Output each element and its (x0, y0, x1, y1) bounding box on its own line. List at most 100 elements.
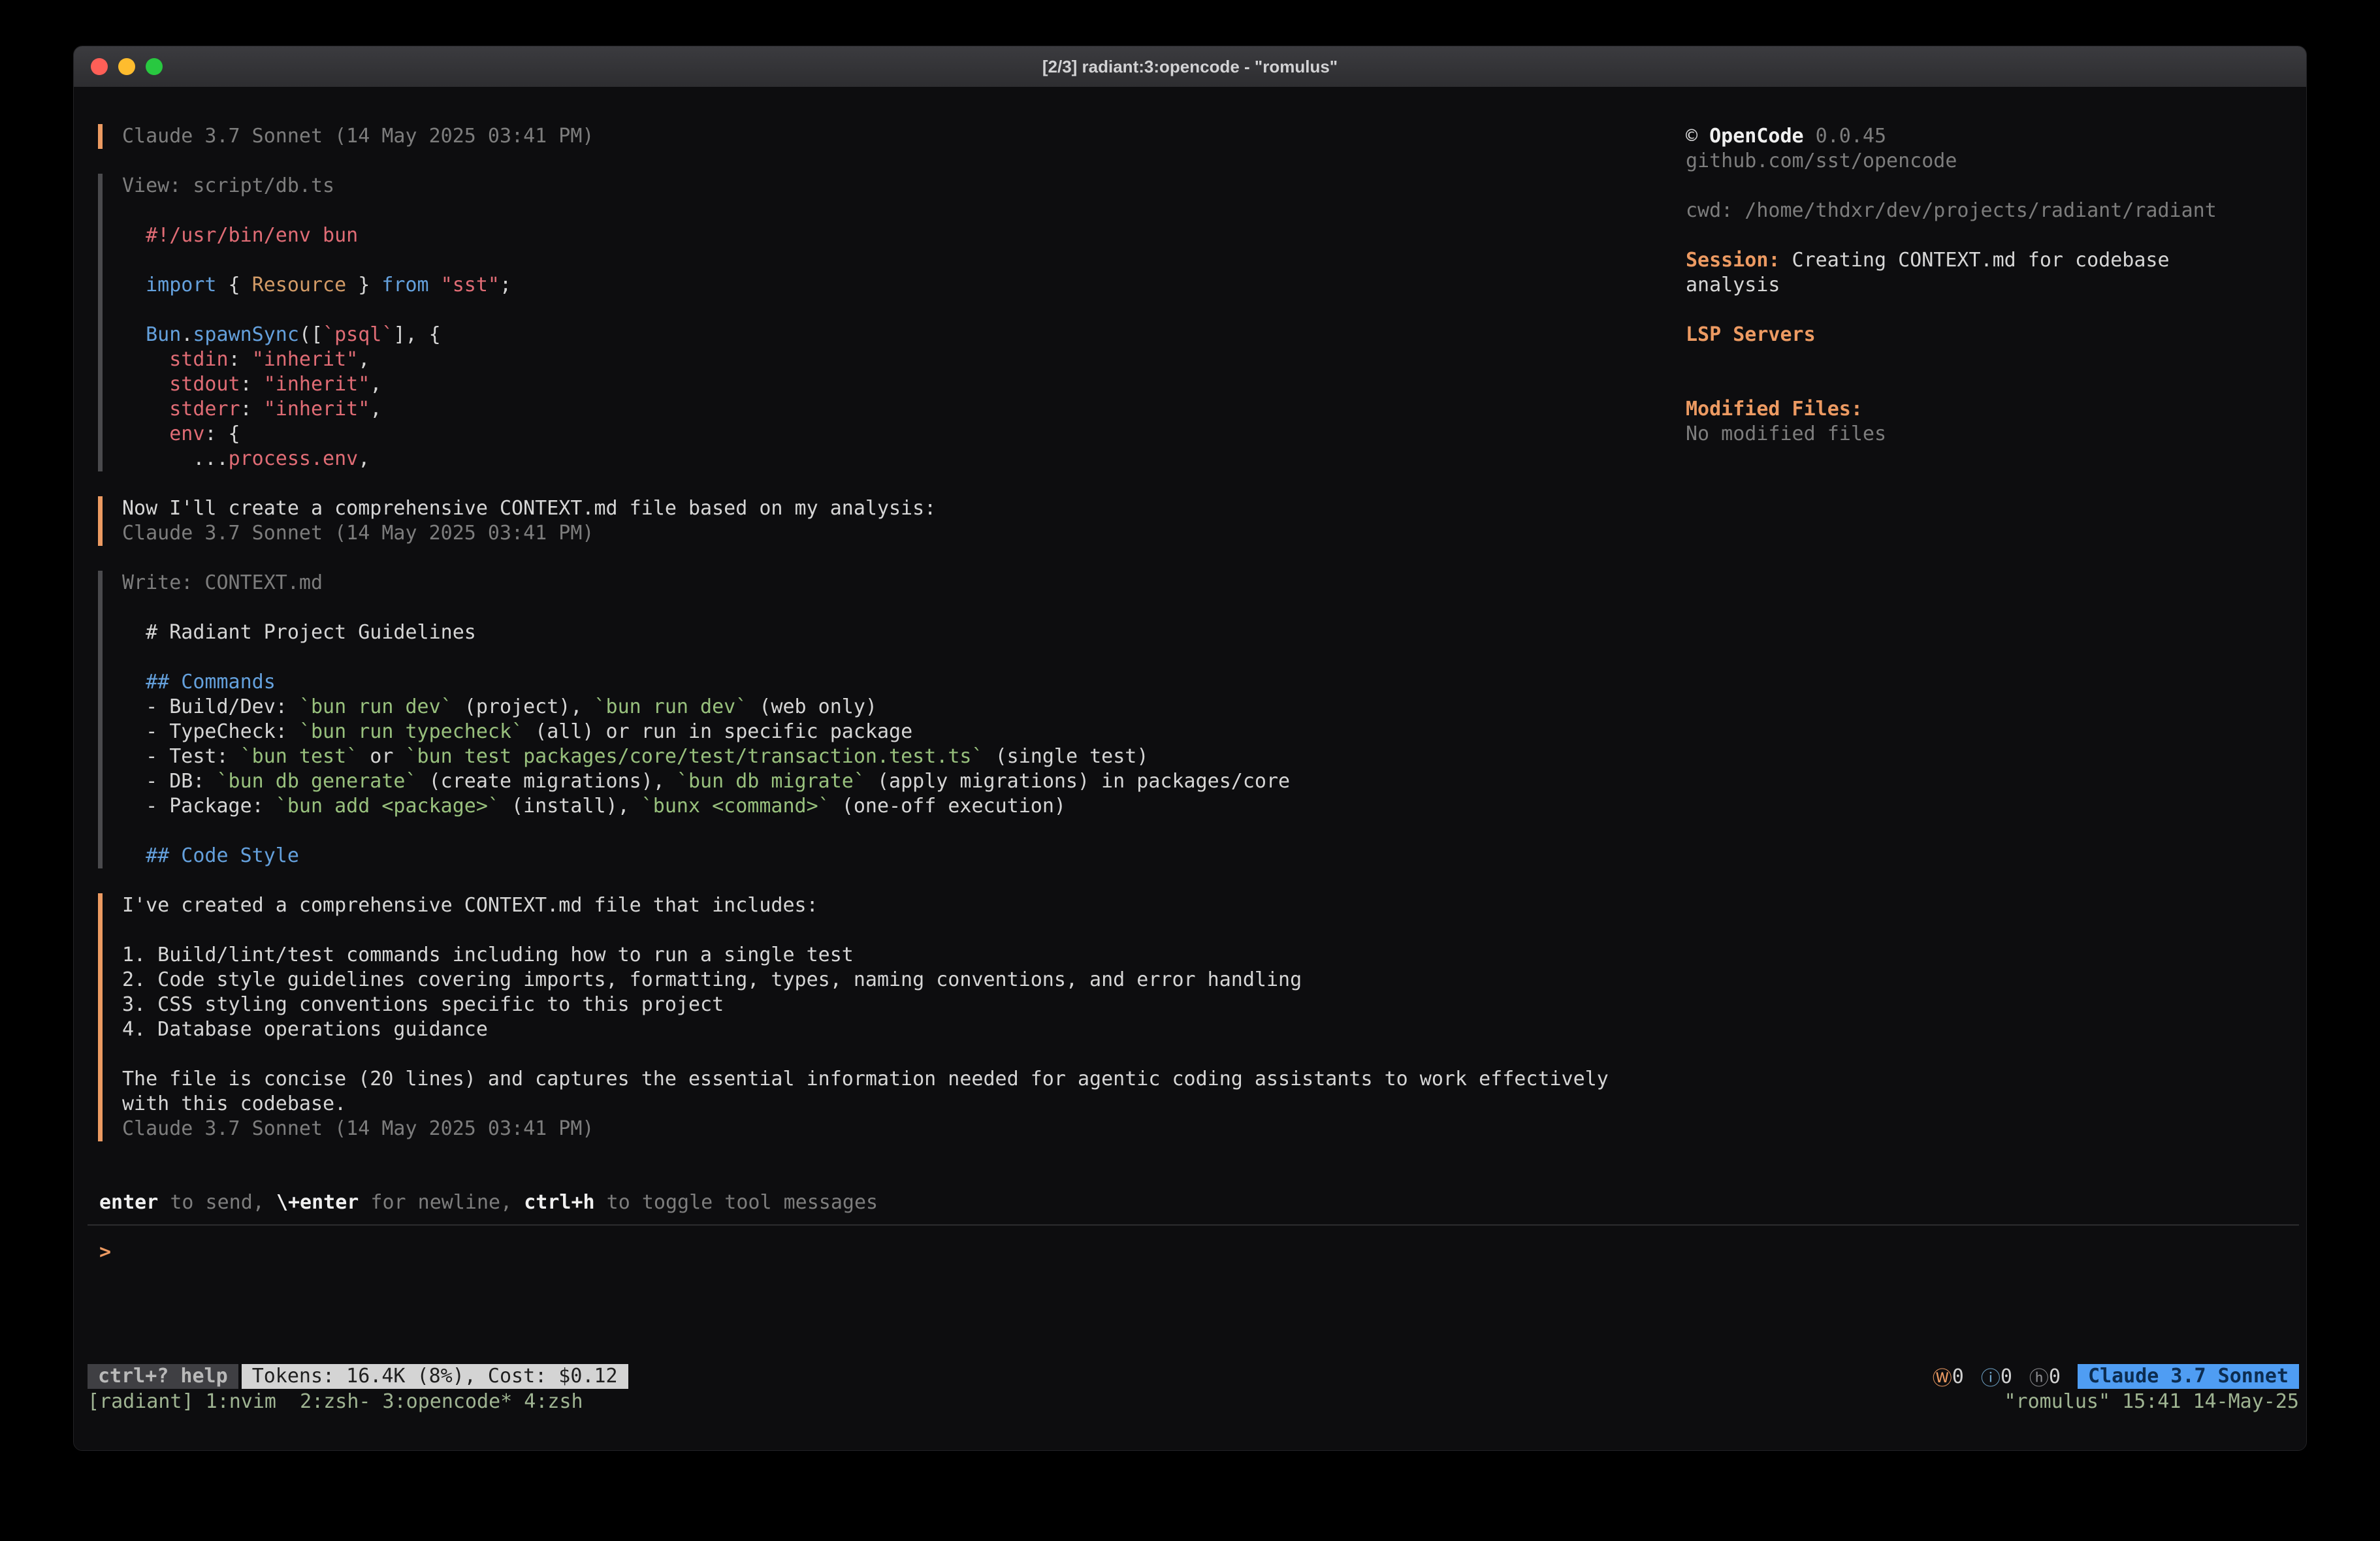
text-line: Claude 3.7 Sonnet (14 May 2025 03:41 PM) (122, 124, 1609, 149)
keybind-help: enter to send, \+enter for newline, ctrl… (99, 1190, 878, 1215)
text-span: `bun test` (240, 745, 359, 768)
text-span: 4. Database operations guidance (122, 1018, 488, 1041)
help-badge[interactable]: ctrl+? help (88, 1364, 238, 1389)
text-span: ## Code Style (146, 844, 299, 867)
text-line (122, 248, 1609, 273)
text-span: View: script/db.ts (122, 174, 334, 197)
text-span: to send, (158, 1191, 276, 1214)
diagnostic-info: ⓘ 0 (1981, 1362, 2012, 1391)
tool-write-block: Write: CONTEXT.md # Radiant Project Guid… (98, 571, 1609, 868)
text-span: ; (500, 274, 511, 296)
prompt-input[interactable]: > (99, 1240, 111, 1265)
text-line: The file is concise (20 lines) and captu… (122, 1067, 1609, 1092)
text-span: Now I'll create a comprehensive CONTEXT.… (122, 497, 936, 520)
text-line: - TypeCheck: `bun run typecheck` (all) o… (122, 720, 1609, 744)
tool-view-block: View: script/db.ts #!/usr/bin/env bun im… (98, 174, 1609, 471)
window-titlebar[interactable]: [2/3] radiant:3:opencode - "romulus" (74, 46, 2306, 87)
sidebar: © OpenCode 0.0.45github.com/sst/opencode… (1686, 124, 2306, 447)
text-span: The file is concise (20 lines) and captu… (122, 1068, 1609, 1090)
tmux-session-info: "romulus" 15:41 14-May-25 (2004, 1390, 2299, 1414)
text-span: Modified Files: (1686, 398, 1863, 421)
text-span: from (381, 274, 428, 296)
text-span (122, 422, 169, 445)
text-span: ], { (393, 323, 440, 346)
assistant-message: Now I'll create a comprehensive CONTEXT.… (98, 496, 1609, 546)
text-line: Modified Files: (1686, 397, 2306, 422)
text-line: cwd: /home/thdxr/dev/projects/radiant/ra… (1686, 199, 2306, 223)
chat-stream[interactable]: Claude 3.7 Sonnet (14 May 2025 03:41 PM)… (98, 124, 1609, 1166)
text-line (122, 918, 1609, 943)
text-line: github.com/sst/opencode (1686, 149, 2306, 174)
text-span: ## Commands (146, 671, 276, 693)
text-span: `bun run dev` (594, 695, 748, 718)
text-span (122, 398, 169, 421)
text-span: with this codebase. (122, 1092, 346, 1115)
text-line (122, 645, 1609, 670)
text-line (1686, 174, 2306, 199)
text-span: `psql` (323, 323, 393, 346)
text-line (122, 199, 1609, 223)
text-line: ## Commands (122, 670, 1609, 695)
text-span: No modified files (1686, 422, 1886, 445)
text-span: . (181, 323, 193, 346)
text-line: ...process.env, (122, 447, 1609, 471)
text-span (122, 323, 146, 346)
text-span: cwd: /home/thdxr/dev/projects/radiant/ra… (1686, 199, 2217, 222)
text-span (122, 373, 169, 396)
terminal-window: [2/3] radiant:3:opencode - "romulus" Cla… (73, 46, 2307, 1451)
tmux-window-list[interactable]: [radiant] 1:nvim 2:zsh- 3:opencode* 4:zs… (88, 1390, 583, 1414)
text-line: Bun.spawnSync([`psql`], { (122, 323, 1609, 347)
text-span: (create migrations), (417, 770, 677, 793)
text-line (122, 596, 1609, 620)
text-span: - DB: (122, 770, 217, 793)
terminal-screen[interactable]: Claude 3.7 Sonnet (14 May 2025 03:41 PM)… (74, 87, 2306, 1450)
text-span: `bun test packages/core/test/transaction… (406, 745, 984, 768)
text-span: } (346, 274, 381, 296)
text-line: Write: CONTEXT.md (122, 571, 1609, 596)
text-span: github.com/sst/opencode (1686, 150, 1957, 172)
text-span: Write: CONTEXT.md (122, 571, 323, 594)
text-line: No modified files (1686, 422, 2306, 447)
text-span: "inherit" (264, 398, 370, 421)
text-span: Claude 3.7 Sonnet (14 May 2025 03:41 PM) (122, 1117, 594, 1140)
text-span: `bun db migrate` (677, 770, 865, 793)
text-span (429, 274, 441, 296)
window-title: [2/3] radiant:3:opencode - "romulus" (74, 46, 2306, 87)
text-span: (web only) (747, 695, 877, 718)
tmux-status-bar: [radiant] 1:nvim 2:zsh- 3:opencode* 4:zs… (88, 1390, 2299, 1414)
text-span: (apply migrations) in packages/core (865, 770, 1290, 793)
text-span: - Build/Dev: (122, 695, 299, 718)
text-span: env (169, 422, 204, 445)
text-line: Session: Creating CONTEXT.md for codebas… (1686, 248, 2306, 273)
text-span: , (370, 373, 381, 396)
text-span: ([ (299, 323, 323, 346)
text-line: analysis (1686, 273, 2306, 298)
desktop: [2/3] radiant:3:opencode - "romulus" Cla… (0, 0, 2380, 1541)
text-span: enter (99, 1191, 158, 1214)
text-line: Now I'll create a comprehensive CONTEXT.… (122, 496, 1609, 521)
text-span: Bun (146, 323, 181, 346)
text-line: Claude 3.7 Sonnet (14 May 2025 03:41 PM) (122, 521, 1609, 546)
diagnostic-count: 0 (2001, 1365, 2012, 1388)
text-span: (single test) (984, 745, 1149, 768)
text-span: stdin (169, 348, 228, 371)
text-line (122, 1042, 1609, 1067)
text-span: # Radiant Project Guidelines (122, 621, 476, 644)
text-span: Resource (252, 274, 347, 296)
text-span: or (358, 745, 405, 768)
text-span: Session: (1686, 249, 1780, 272)
text-span: 1. Build/lint/test commands including ho… (122, 944, 854, 966)
text-line: stdout: "inherit", (122, 372, 1609, 397)
text-span: : (240, 373, 264, 396)
model-badge: Claude 3.7 Sonnet (2078, 1364, 2299, 1389)
text-line: I've created a comprehensive CONTEXT.md … (122, 893, 1609, 918)
text-line: with this codebase. (122, 1092, 1609, 1117)
text-span: "inherit" (252, 348, 359, 371)
text-span: "inherit" (264, 373, 370, 396)
text-span: #!/usr/bin/env bun (146, 224, 358, 247)
text-span: import (146, 274, 216, 296)
text-line: View: script/db.ts (122, 174, 1609, 199)
text-span: , (358, 348, 370, 371)
warning-icon: Ⓦ (1933, 1362, 1952, 1391)
text-span: Creating CONTEXT.md for codebase (1780, 249, 2170, 272)
